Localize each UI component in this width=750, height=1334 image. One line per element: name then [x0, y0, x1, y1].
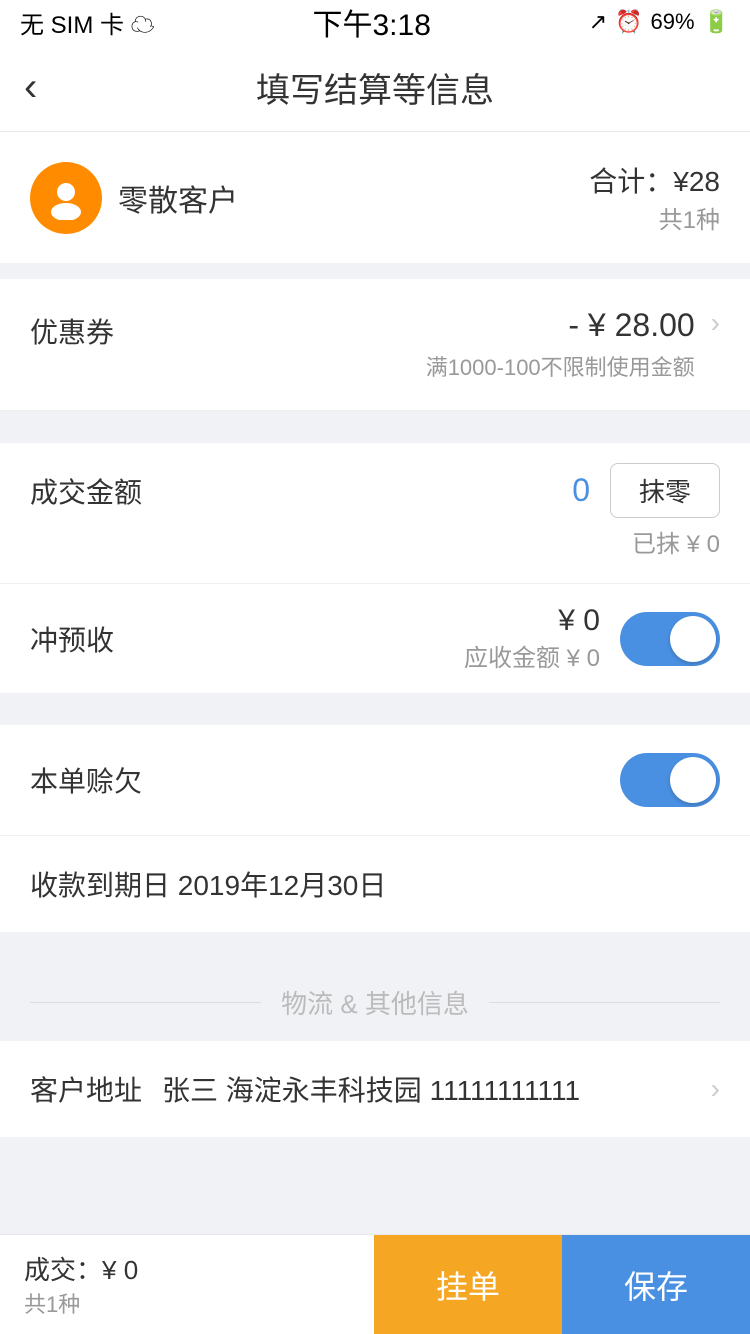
customer-right: 合计：¥28 共1种 [589, 160, 720, 235]
coupon-amount: - ¥ 28.00 [426, 307, 695, 344]
transaction-section: 成交金额 0 抹零 已抹 ¥ 0 冲预收 ¥ 0 应收金额 ¥ 0 [0, 443, 750, 693]
page-title: 填写结算等信息 [256, 63, 494, 112]
bottom-transaction: 成交：¥ 0 [24, 1250, 350, 1287]
sim-signal: 无 SIM 卡 ☁ [20, 5, 155, 40]
address-chevron-icon: › [711, 1073, 720, 1105]
coupon-label: 优惠券 [30, 307, 114, 351]
coupon-right: - ¥ 28.00 满1000-100不限制使用金额 [426, 307, 695, 382]
customer-total: 合计：¥28 [589, 160, 720, 200]
logistics-section: 物流 & 其他信息 [0, 964, 750, 1041]
prepay-toggle[interactable] [620, 612, 720, 666]
customer-left: 零散客户 [30, 162, 238, 234]
prepay-values: ¥ 0 应收金额 ¥ 0 [464, 604, 600, 673]
status-right: ↗ ⏰ 69% 🔋 [589, 9, 730, 35]
customer-section: 零散客户 合计：¥28 共1种 [0, 132, 750, 263]
debit-row: 本单赊欠 [0, 725, 750, 835]
customer-row: 零散客户 合计：¥28 共1种 [0, 132, 750, 263]
debit-label: 本单赊欠 [30, 760, 142, 800]
prepay-amount: ¥ 0 [464, 604, 600, 638]
transaction-row: 成交金额 0 抹零 已抹 ¥ 0 [0, 443, 750, 584]
content-area: 零散客户 合计：¥28 共1种 优惠券 - ¥ 28.00 满1000-100不… [0, 132, 750, 1273]
address-label: 客户地址 [30, 1069, 142, 1109]
bottom-transaction-value: ¥ 0 [102, 1255, 138, 1285]
status-time: 下午3:18 [312, 0, 430, 44]
bottom-info: 成交：¥ 0 共1种 [0, 1235, 374, 1334]
transaction-right: 0 抹零 [572, 463, 720, 518]
save-button[interactable]: 保存 [562, 1235, 750, 1334]
nav-bar: ‹ 填写结算等信息 [0, 44, 750, 132]
prepay-section: 冲预收 ¥ 0 应收金额 ¥ 0 [0, 584, 750, 693]
divider-2 [0, 709, 750, 725]
divider-1 [0, 427, 750, 443]
duedate-section: 收款到期日 2019年12月30日 [0, 835, 750, 932]
customer-avatar [30, 162, 102, 234]
logistics-label: 物流 & 其他信息 [281, 984, 469, 1021]
location-icon: ↗ [589, 9, 607, 35]
debit-toggle[interactable] [620, 753, 720, 807]
divider-3 [0, 948, 750, 964]
prepay-receivable: 应收金额 ¥ 0 [464, 638, 600, 673]
duedate-content: 收款到期日 2019年12月30日 [30, 864, 720, 904]
coupon-chevron-icon: › [711, 307, 720, 339]
status-bar: 无 SIM 卡 ☁ 下午3:18 ↗ ⏰ 69% 🔋 [0, 0, 750, 44]
coupon-section[interactable]: 优惠券 - ¥ 28.00 满1000-100不限制使用金额 › [0, 279, 750, 411]
avatar-icon [44, 176, 88, 220]
transaction-value: 0 [572, 472, 590, 509]
battery-level: 69% [651, 9, 695, 35]
alarm-icon: ⏰ [615, 9, 642, 35]
back-button[interactable]: ‹ [24, 65, 37, 110]
battery-icon: 🔋 [703, 9, 730, 35]
hang-button[interactable]: 挂单 [374, 1235, 562, 1334]
round-button[interactable]: 抹零 [610, 463, 720, 518]
coupon-row[interactable]: 优惠券 - ¥ 28.00 满1000-100不限制使用金额 › [0, 279, 750, 411]
transaction-label: 成交金额 [30, 471, 142, 511]
customer-count: 共1种 [589, 200, 720, 235]
debit-section: 本单赊欠 收款到期日 2019年12月30日 [0, 725, 750, 932]
bottom-bar: 成交：¥ 0 共1种 挂单 保存 [0, 1234, 750, 1334]
prepay-label: 冲预收 [30, 619, 114, 659]
address-value: 张三 海淀永丰科技园 11111111111 [162, 1069, 711, 1109]
transaction-sub: 已抹 ¥ 0 [30, 524, 720, 559]
address-section[interactable]: 客户地址 张三 海淀永丰科技园 11111111111 › [0, 1041, 750, 1137]
logistics-line-right [489, 1002, 720, 1003]
customer-name: 零散客户 [118, 176, 238, 220]
coupon-description: 满1000-100不限制使用金额 [426, 350, 695, 382]
bottom-count: 共1种 [24, 1287, 350, 1319]
prepay-right: ¥ 0 应收金额 ¥ 0 [464, 604, 720, 673]
status-left: 无 SIM 卡 ☁ [20, 5, 155, 40]
bottom-transaction-label: 成交： [24, 1255, 102, 1285]
logistics-line-left [30, 1002, 261, 1003]
